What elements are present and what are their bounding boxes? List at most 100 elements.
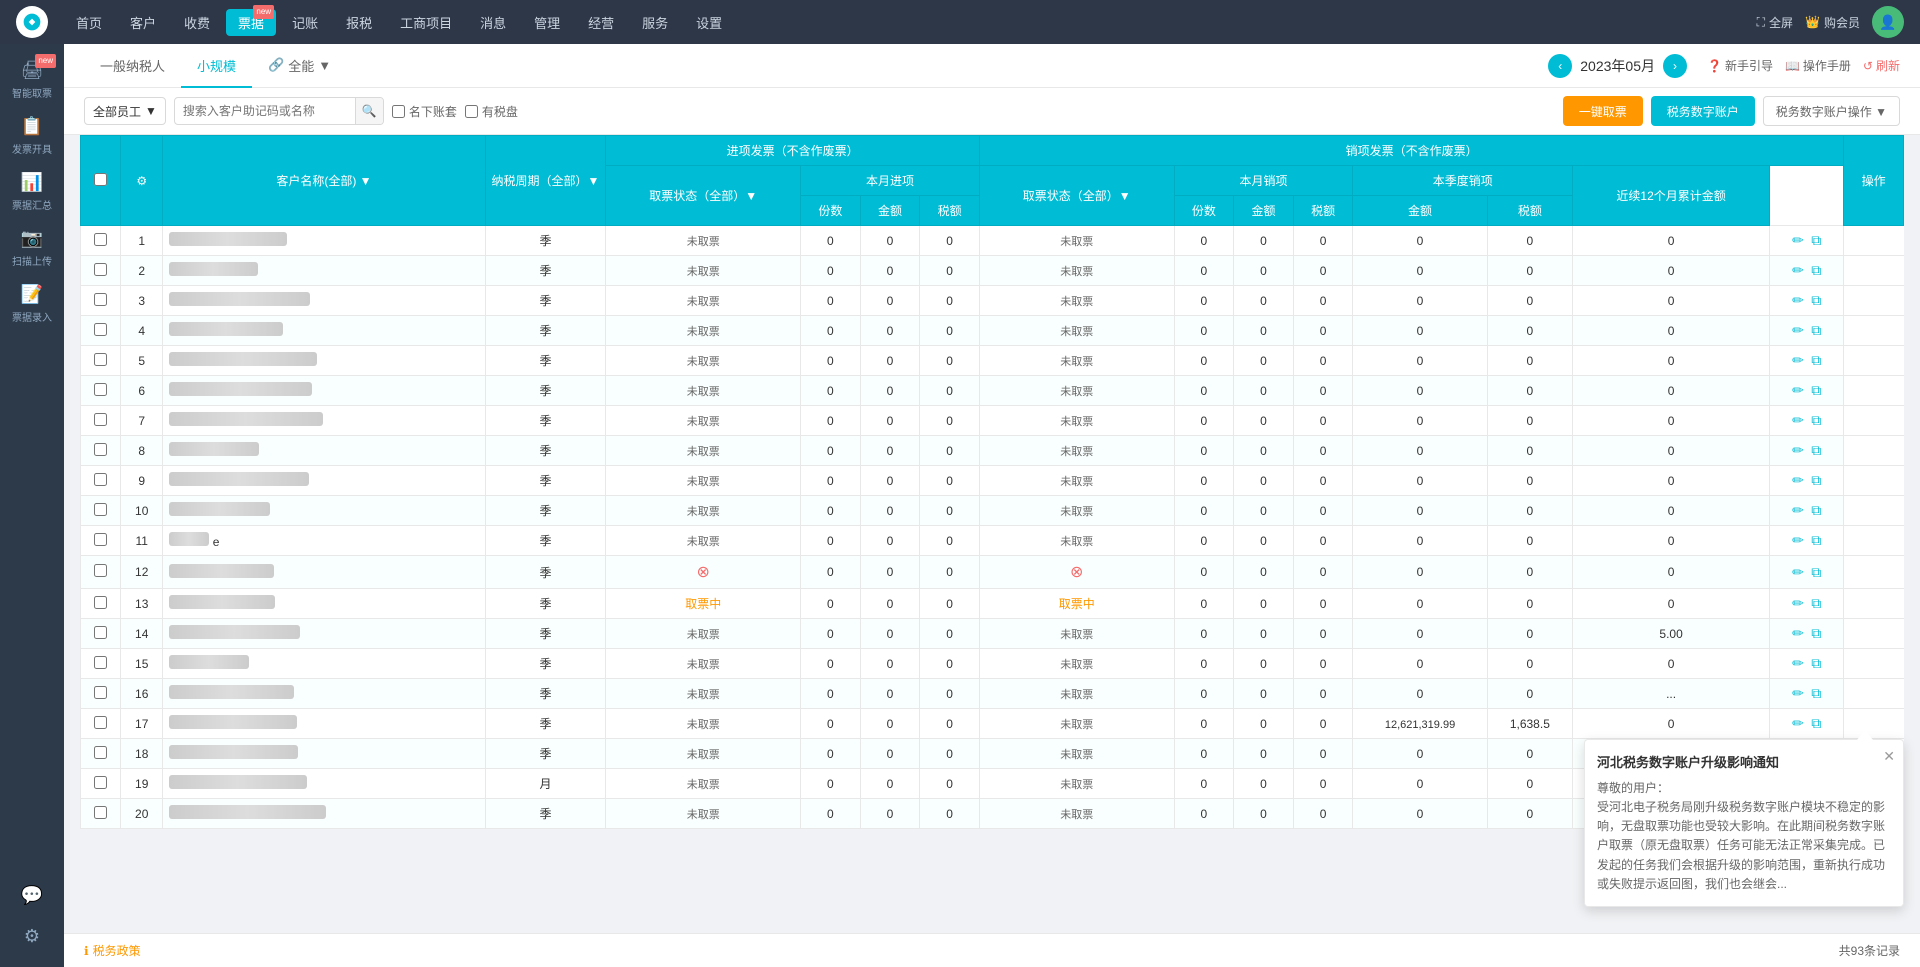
search-input[interactable]	[175, 104, 355, 118]
tax-policy-link[interactable]: ℹ 税务政策	[84, 942, 141, 959]
row-check-2[interactable]	[94, 263, 107, 276]
edit-icon-7[interactable]: ✏	[1792, 412, 1804, 428]
nav-item-消息[interactable]: 消息	[468, 9, 518, 36]
prev-month-btn[interactable]: ‹	[1548, 54, 1572, 78]
outgoing-fetch-status-header[interactable]: 取票状态（全部）▼	[979, 166, 1174, 226]
copy-icon-15[interactable]: ⧉	[1811, 655, 1821, 671]
copy-icon-14[interactable]: ⧉	[1811, 625, 1821, 641]
app-logo[interactable]	[16, 6, 48, 38]
edit-icon-2[interactable]: ✏	[1792, 262, 1804, 278]
row-check-13[interactable]	[94, 596, 107, 609]
row-check-11[interactable]	[94, 533, 107, 546]
row-check-3[interactable]	[94, 293, 107, 306]
nav-item-经营[interactable]: 经营	[576, 9, 626, 36]
member-btn[interactable]: 👑 购会员	[1805, 14, 1860, 31]
sidebar-item-1[interactable]: 📋发票开具	[4, 108, 60, 164]
copy-icon-9[interactable]: ⧉	[1811, 472, 1821, 488]
edit-icon-11[interactable]: ✏	[1792, 532, 1804, 548]
digital-account-button[interactable]: 税务数字账户	[1651, 96, 1755, 126]
nav-item-客户[interactable]: 客户	[118, 9, 168, 36]
row-check-14[interactable]	[94, 626, 107, 639]
nav-item-报税[interactable]: 报税	[334, 9, 384, 36]
row-check-4[interactable]	[94, 323, 107, 336]
edit-icon-15[interactable]: ✏	[1792, 655, 1804, 671]
edit-icon-9[interactable]: ✏	[1792, 472, 1804, 488]
download-filter[interactable]: 名下账套	[392, 103, 457, 120]
row-check-5[interactable]	[94, 353, 107, 366]
row-check-15[interactable]	[94, 656, 107, 669]
copy-icon-11[interactable]: ⧉	[1811, 532, 1821, 548]
edit-icon-17[interactable]: ✏	[1792, 715, 1804, 731]
manual-btn[interactable]: 📖 操作手册	[1785, 57, 1851, 74]
fullscreen-btn[interactable]: ⛶ 全屏	[1757, 14, 1793, 31]
digital-account-ops-button[interactable]: 税务数字账户操作 ▼	[1763, 96, 1900, 126]
copy-icon-13[interactable]: ⧉	[1811, 595, 1821, 611]
copy-icon-16[interactable]: ⧉	[1811, 685, 1821, 701]
select-all-checkbox[interactable]	[94, 173, 107, 186]
tab-general-taxpayer[interactable]: 一般纳税人	[84, 44, 181, 88]
next-month-btn[interactable]: ›	[1663, 54, 1687, 78]
copy-icon-4[interactable]: ⧉	[1811, 322, 1821, 338]
nav-item-收费[interactable]: 收费	[172, 9, 222, 36]
sidebar-item-0[interactable]: new🖨智能取票	[4, 52, 60, 108]
row-check-18[interactable]	[94, 746, 107, 759]
guide-btn[interactable]: ❓ 新手引导	[1707, 57, 1773, 74]
sidebar-item-chat[interactable]: 💬	[4, 877, 60, 914]
nav-item-服务[interactable]: 服务	[630, 9, 680, 36]
copy-icon-5[interactable]: ⧉	[1811, 352, 1821, 368]
row-check-8[interactable]	[94, 443, 107, 456]
copy-icon-1[interactable]: ⧉	[1811, 232, 1821, 248]
row-check-19[interactable]	[94, 776, 107, 789]
user-avatar[interactable]: 👤	[1872, 6, 1904, 38]
customer-name-header[interactable]: 客户名称(全部) ▼	[163, 136, 485, 226]
copy-icon-17[interactable]: ⧉	[1811, 715, 1821, 731]
edit-icon-4[interactable]: ✏	[1792, 322, 1804, 338]
copy-icon-8[interactable]: ⧉	[1811, 442, 1821, 458]
edit-icon-13[interactable]: ✏	[1792, 595, 1804, 611]
tax-disk-checkbox[interactable]	[465, 105, 478, 118]
tab-small-scale[interactable]: 小规模	[181, 44, 252, 88]
edit-icon-5[interactable]: ✏	[1792, 352, 1804, 368]
row-check-12[interactable]	[94, 564, 107, 577]
sidebar-item-2[interactable]: 📊票据汇总	[4, 164, 60, 220]
tax-disk-filter[interactable]: 有税盘	[465, 103, 518, 120]
edit-icon-1[interactable]: ✏	[1792, 232, 1804, 248]
nav-item-票据[interactable]: 票据new	[226, 9, 276, 36]
edit-icon-12[interactable]: ✏	[1792, 564, 1804, 580]
one-click-fetch-button[interactable]: 一键取票	[1563, 96, 1643, 126]
notification-close-btn[interactable]: ✕	[1883, 748, 1895, 765]
row-check-10[interactable]	[94, 503, 107, 516]
refresh-btn[interactable]: ↺ 刷新	[1863, 57, 1900, 74]
row-check-7[interactable]	[94, 413, 107, 426]
download-checkbox[interactable]	[392, 105, 405, 118]
row-check-16[interactable]	[94, 686, 107, 699]
nav-item-首页[interactable]: 首页	[64, 9, 114, 36]
sidebar-item-4[interactable]: 📝票据录入	[4, 276, 60, 332]
nav-item-记账[interactable]: 记账	[280, 9, 330, 36]
row-check-17[interactable]	[94, 716, 107, 729]
incoming-fetch-status-header[interactable]: 取票状态（全部）▼	[606, 166, 801, 226]
tax-period-header[interactable]: 纳税周期（全部）▼	[485, 136, 606, 226]
nav-item-设置[interactable]: 设置	[684, 9, 734, 36]
nav-item-管理[interactable]: 管理	[522, 9, 572, 36]
sidebar-item-3[interactable]: 📷扫描上传	[4, 220, 60, 276]
edit-icon-14[interactable]: ✏	[1792, 625, 1804, 641]
search-button[interactable]: 🔍	[355, 97, 383, 125]
edit-icon-10[interactable]: ✏	[1792, 502, 1804, 518]
sidebar-item-settings[interactable]: ⚙	[4, 918, 60, 955]
row-check-9[interactable]	[94, 473, 107, 486]
row-check-1[interactable]	[94, 233, 107, 246]
copy-icon-10[interactable]: ⧉	[1811, 502, 1821, 518]
edit-icon-16[interactable]: ✏	[1792, 685, 1804, 701]
copy-icon-7[interactable]: ⧉	[1811, 412, 1821, 428]
copy-icon-6[interactable]: ⧉	[1811, 382, 1821, 398]
copy-icon-3[interactable]: ⧉	[1811, 292, 1821, 308]
edit-icon-6[interactable]: ✏	[1792, 382, 1804, 398]
row-check-6[interactable]	[94, 383, 107, 396]
nav-item-工商项目[interactable]: 工商项目	[388, 9, 464, 36]
copy-icon-12[interactable]: ⧉	[1811, 564, 1821, 580]
employee-filter[interactable]: 全部员工 ▼	[84, 97, 166, 125]
copy-icon-2[interactable]: ⧉	[1811, 262, 1821, 278]
tab-full-service[interactable]: 🔗 全能 ▼	[252, 44, 347, 88]
edit-icon-8[interactable]: ✏	[1792, 442, 1804, 458]
